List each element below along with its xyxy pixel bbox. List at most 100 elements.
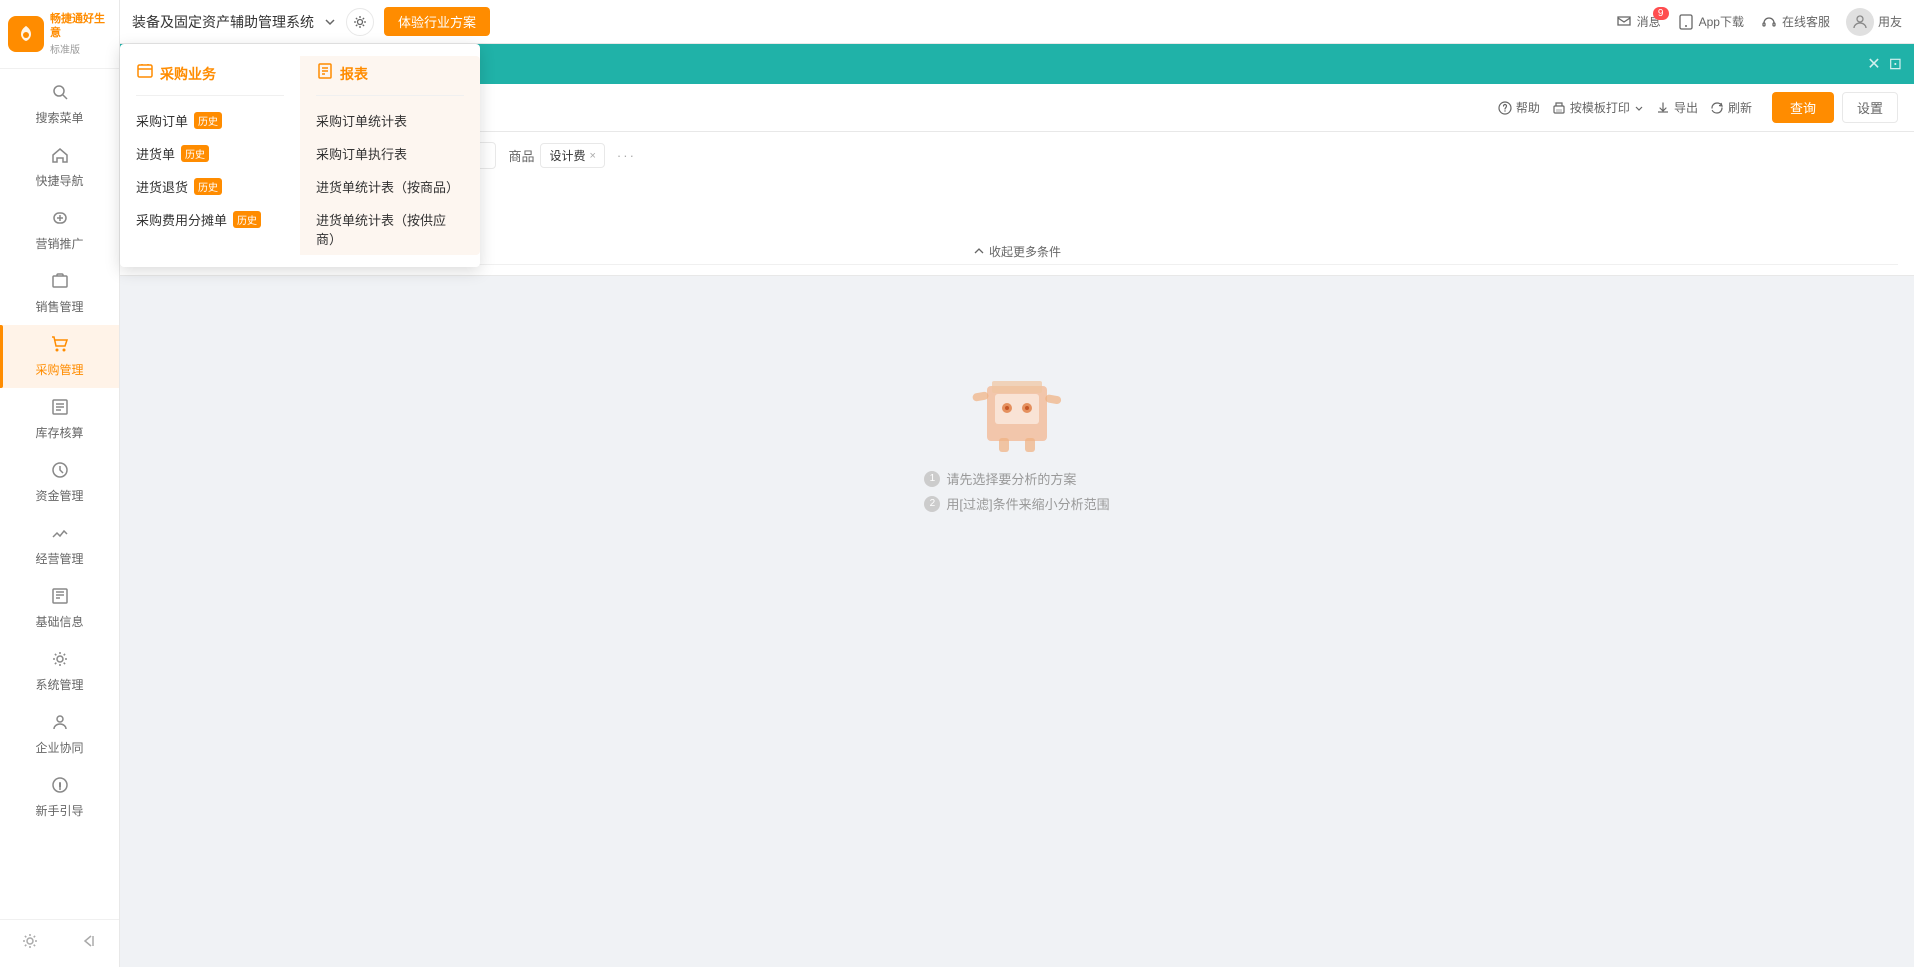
sidebar-item-sales[interactable]: 销售管理 (0, 262, 119, 325)
refresh-btn[interactable]: 刷新 (1710, 99, 1752, 116)
goods-more-dots[interactable]: ··· (617, 148, 636, 163)
sidebar-collapse-btn[interactable] (80, 932, 98, 955)
sidebar-item-label: 新手引导 (35, 802, 83, 819)
report-col-title: 报表 (316, 56, 464, 96)
sidebar-item-label: 企业协同 (35, 739, 83, 756)
business-icon (51, 524, 69, 547)
dropdown-item-po-stat[interactable]: 采购订单统计表 (316, 104, 464, 137)
enterprise-icon (51, 713, 69, 736)
help-label: 帮助 (1516, 99, 1540, 116)
empty-hint-1-text: 请先选择要分析的方案 (946, 469, 1076, 488)
empty-hint-2-text: 用[过滤]条件来缩小分析范围 (946, 494, 1109, 513)
sidebar-item-basic[interactable]: 基础信息 (0, 577, 119, 640)
dropdown-item-label: 进货单统计表（按供应商） (316, 210, 464, 248)
empty-hints: 1 请先选择要分析的方案 2 用[过滤]条件来缩小分析范围 (924, 466, 1109, 516)
finance-icon (51, 461, 69, 484)
header-gear-btn[interactable] (346, 8, 374, 36)
collapse-btn[interactable]: 收起更多条件 (973, 243, 1061, 260)
goods-tag-close-btn[interactable]: × (589, 150, 595, 162)
guide-icon (51, 776, 69, 799)
dropdown-item-label: 进货退货 (136, 177, 188, 196)
sidebar-item-marketing[interactable]: 营销推广 (0, 199, 119, 262)
dropdown-item-incoming[interactable]: 进货单 历史 (136, 137, 284, 170)
dropdown-item-label: 进货单 (136, 144, 175, 163)
sidebar-settings-btn[interactable] (21, 932, 39, 955)
sidebar-logo: 畅捷通好生意 标准版 (0, 0, 119, 69)
sidebar: 畅捷通好生意 标准版 搜索菜单 快捷导航 (0, 0, 120, 967)
dropdown-item-purchase-order[interactable]: 采购订单 历史 (136, 104, 284, 137)
dropdown-item-incoming-stat-goods[interactable]: 进货单统计表（按商品） (316, 170, 464, 203)
logo-icon (8, 16, 44, 52)
sidebar-nav: 搜索菜单 快捷导航 营销推广 销售管理 (0, 69, 119, 919)
purchase-col: 采购业务 采购订单 历史 进货单 历史 进货退货 历史 采购费用分摊单 历史 (120, 56, 300, 255)
tab-maximize-btn[interactable]: ⊡ (1889, 54, 1902, 74)
sidebar-item-home[interactable]: 快捷导航 (0, 136, 119, 199)
message-badge: 9 (1653, 7, 1669, 20)
sidebar-item-inventory[interactable]: 库存核算 (0, 388, 119, 451)
message-btn[interactable]: 9 消息 (1615, 13, 1661, 31)
purchase-col-label: 采购业务 (160, 64, 216, 84)
purchase-col-icon (136, 62, 154, 85)
logo-tag: 标准版 (50, 41, 111, 56)
sidebar-item-enterprise[interactable]: 企业协同 (0, 703, 119, 766)
app-download-btn[interactable]: App下载 (1677, 13, 1744, 31)
sidebar-item-label: 快捷导航 (35, 172, 83, 189)
dropdown-item-return[interactable]: 进货退货 历史 (136, 170, 284, 203)
header: 装备及固定资产辅助管理系统 体验行业方案 9 消息 App下载 (120, 0, 1914, 44)
sidebar-item-finance[interactable]: 资金管理 (0, 451, 119, 514)
sidebar-item-search[interactable]: 搜索菜单 (0, 73, 119, 136)
history-badge: 历史 (194, 112, 222, 129)
sales-icon (51, 272, 69, 295)
marketing-icon (51, 209, 69, 232)
user-btn[interactable]: 用友 (1846, 8, 1902, 36)
empty-hint-1: 1 请先选择要分析的方案 (924, 466, 1109, 491)
goods-tag: 设计费 × (540, 143, 604, 168)
goods-tag-value: 设计费 (549, 147, 585, 164)
system-icon (51, 650, 69, 673)
empty-illustration (957, 356, 1077, 456)
sidebar-item-system[interactable]: 系统管理 (0, 640, 119, 703)
sidebar-item-label: 系统管理 (35, 676, 83, 693)
history-badge: 历史 (181, 145, 209, 162)
search-icon (51, 83, 69, 106)
system-title: 装备及固定资产辅助管理系统 (132, 12, 314, 32)
sidebar-item-guide[interactable]: 新手引导 (0, 766, 119, 829)
basic-icon (51, 587, 69, 610)
refresh-label: 刷新 (1728, 99, 1752, 116)
dropdown-item-label: 采购订单 (136, 111, 188, 130)
export-btn[interactable]: 导出 (1656, 99, 1698, 116)
dropdown-item-label: 采购费用分摊单 (136, 210, 227, 229)
print-btn[interactable]: 按模板打印 (1552, 99, 1644, 116)
settings-btn[interactable]: 设置 (1842, 92, 1898, 123)
dropdown-item-po-exec[interactable]: 采购订单执行表 (316, 137, 464, 170)
sidebar-item-label: 营销推广 (35, 235, 83, 252)
tab-close-window-btn[interactable]: ✕ (1867, 54, 1880, 74)
industry-btn[interactable]: 体验行业方案 (384, 7, 490, 36)
sidebar-item-label: 资金管理 (35, 487, 83, 504)
home-icon (51, 146, 69, 169)
online-service-label: 在线客服 (1782, 13, 1830, 30)
sidebar-item-label: 搜索菜单 (35, 109, 83, 126)
goods-label: 商品 (508, 146, 534, 165)
sidebar-item-label: 基础信息 (35, 613, 83, 630)
dropdown-item-incoming-stat-supplier[interactable]: 进货单统计表（按供应商） (316, 203, 464, 255)
inventory-icon (51, 398, 69, 421)
help-btn[interactable]: 帮助 (1498, 99, 1540, 116)
dropdown-item-label: 进货单统计表（按商品） (316, 177, 459, 196)
query-btn[interactable]: 查询 (1772, 92, 1834, 123)
online-service-btn[interactable]: 在线客服 (1760, 13, 1830, 31)
dropdown-item-fee[interactable]: 采购费用分摊单 历史 (136, 203, 284, 236)
collapse-label: 收起更多条件 (989, 243, 1061, 260)
sidebar-item-label: 销售管理 (35, 298, 83, 315)
print-label: 按模板打印 (1570, 99, 1630, 116)
tabs-right-actions: ✕ ⊡ (1855, 54, 1914, 74)
sidebar-item-label: 经营管理 (35, 550, 83, 567)
system-dropdown-btn[interactable] (324, 16, 336, 28)
purchase-icon (51, 335, 69, 358)
sidebar-item-purchase[interactable]: 采购管理 (0, 325, 119, 388)
logo-text: 畅捷通好生意 (50, 12, 111, 41)
app-download-label: App下载 (1699, 13, 1744, 30)
dropdown-item-label: 采购订单执行表 (316, 144, 407, 163)
sidebar-item-business[interactable]: 经营管理 (0, 514, 119, 577)
report-col-icon (316, 62, 334, 85)
